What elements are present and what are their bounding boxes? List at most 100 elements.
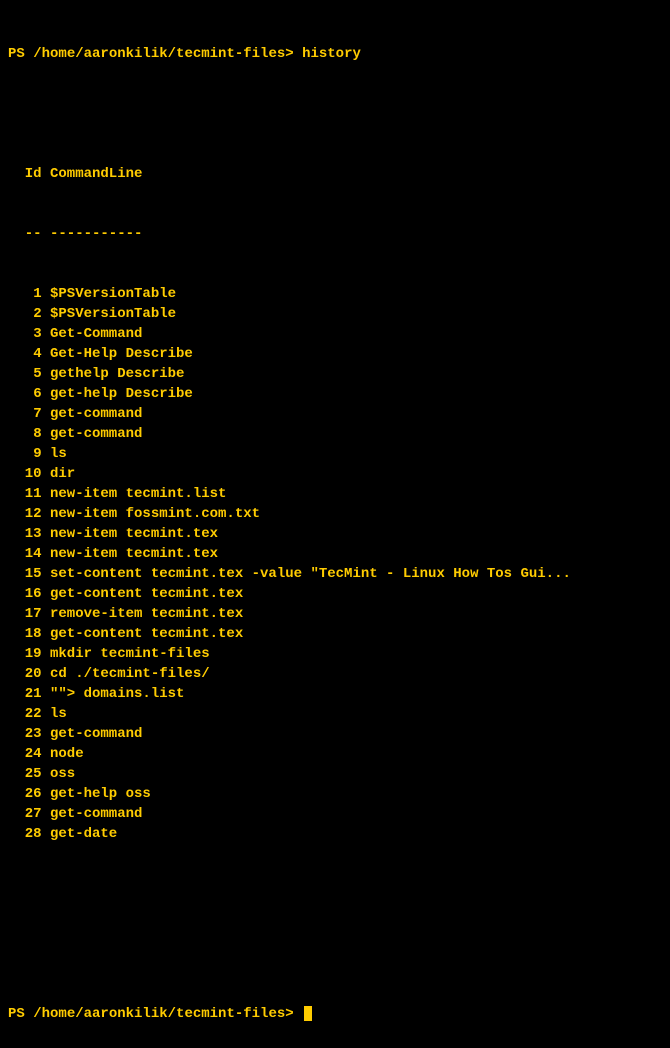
history-id: 22 — [8, 704, 42, 724]
history-id: 12 — [8, 504, 42, 524]
history-id: 19 — [8, 644, 42, 664]
history-row: 17 remove-item tecmint.tex — [8, 604, 662, 624]
history-command: get-help oss — [50, 786, 151, 802]
prompt-suffix: > — [285, 46, 302, 62]
history-id: 23 — [8, 724, 42, 744]
history-row: 5 gethelp Describe — [8, 364, 662, 384]
history-id: 14 — [8, 544, 42, 564]
history-id: 4 — [8, 344, 42, 364]
history-row: 7 get-command — [8, 404, 662, 424]
history-command: node — [50, 746, 84, 762]
history-id: 21 — [8, 684, 42, 704]
history-row: 24 node — [8, 744, 662, 764]
history-id: 13 — [8, 524, 42, 544]
history-id: 2 — [8, 304, 42, 324]
history-id: 24 — [8, 744, 42, 764]
header-cmd: CommandLine — [50, 166, 142, 182]
history-id: 7 — [8, 404, 42, 424]
history-command: cd ./tecmint-files/ — [50, 666, 210, 682]
history-command: $PSVersionTable — [50, 286, 176, 302]
blank-line — [8, 104, 662, 124]
history-row: 8 get-command — [8, 424, 662, 444]
history-command: gethelp Describe — [50, 366, 184, 382]
history-id: 17 — [8, 604, 42, 624]
header-id: Id — [8, 164, 42, 184]
history-id: 26 — [8, 784, 42, 804]
history-header: Id CommandLine — [8, 164, 662, 184]
history-id: 27 — [8, 804, 42, 824]
header-cmd-sep: ----------- — [50, 226, 142, 242]
history-id: 20 — [8, 664, 42, 684]
history-row: 9 ls — [8, 444, 662, 464]
history-command: get-command — [50, 726, 142, 742]
history-command: mkdir tecmint-files — [50, 646, 210, 662]
history-id: 10 — [8, 464, 42, 484]
history-command: $PSVersionTable — [50, 306, 176, 322]
history-command: set-content tecmint.tex -value "TecMint … — [50, 566, 571, 582]
history-row: 4 Get-Help Describe — [8, 344, 662, 364]
history-row: 1 $PSVersionTable — [8, 284, 662, 304]
history-row: 18 get-content tecmint.tex — [8, 624, 662, 644]
history-row: 27 get-command — [8, 804, 662, 824]
history-row: 10 dir — [8, 464, 662, 484]
history-command: Get-Command — [50, 326, 142, 342]
history-id: 8 — [8, 424, 42, 444]
history-id: 28 — [8, 824, 42, 844]
history-row: 28 get-date — [8, 824, 662, 844]
history-command: get-help Describe — [50, 386, 193, 402]
history-row: 13 new-item tecmint.tex — [8, 524, 662, 544]
history-id: 11 — [8, 484, 42, 504]
prompt-path: /home/aaronkilik/tecmint-files — [33, 46, 285, 62]
history-id: 6 — [8, 384, 42, 404]
header-id-sep: -- — [8, 224, 42, 244]
history-row: 19 mkdir tecmint-files — [8, 644, 662, 664]
history-row: 16 get-content tecmint.tex — [8, 584, 662, 604]
history-header-sep: -- ----------- — [8, 224, 662, 244]
history-command: get-command — [50, 406, 142, 422]
prompt-path: /home/aaronkilik/tecmint-files — [33, 1006, 285, 1022]
history-id: 15 — [8, 564, 42, 584]
history-rows-container: 1 $PSVersionTable2 $PSVersionTable3 Get-… — [8, 284, 662, 844]
history-command: new-item tecmint.tex — [50, 526, 218, 542]
history-command: ""> domains.list — [50, 686, 184, 702]
history-command: remove-item tecmint.tex — [50, 606, 243, 622]
history-command: get-command — [50, 426, 142, 442]
cursor[interactable] — [304, 1006, 312, 1021]
history-row: 6 get-help Describe — [8, 384, 662, 404]
history-row: 25 oss — [8, 764, 662, 784]
history-command: get-content tecmint.tex — [50, 586, 243, 602]
history-id: 1 — [8, 284, 42, 304]
history-id: 25 — [8, 764, 42, 784]
prompt-line-1: PS /home/aaronkilik/tecmint-files> histo… — [8, 44, 662, 64]
history-command: get-command — [50, 806, 142, 822]
history-id: 3 — [8, 324, 42, 344]
history-row: 22 ls — [8, 704, 662, 724]
history-row: 15 set-content tecmint.tex -value "TecMi… — [8, 564, 662, 584]
history-command: new-item tecmint.tex — [50, 546, 218, 562]
history-command: ls — [50, 446, 67, 462]
history-id: 5 — [8, 364, 42, 384]
history-row: 2 $PSVersionTable — [8, 304, 662, 324]
history-command: new-item fossmint.com.txt — [50, 506, 260, 522]
history-command: get-date — [50, 826, 117, 842]
history-row: 23 get-command — [8, 724, 662, 744]
prompt-line-2: PS /home/aaronkilik/tecmint-files> — [8, 1004, 662, 1024]
history-command: Get-Help Describe — [50, 346, 193, 362]
prompt-suffix: > — [285, 1006, 302, 1022]
history-id: 16 — [8, 584, 42, 604]
prompt-prefix: PS — [8, 46, 33, 62]
history-id: 18 — [8, 624, 42, 644]
history-command: dir — [50, 466, 75, 482]
history-row: 3 Get-Command — [8, 324, 662, 344]
history-row: 21 ""> domains.list — [8, 684, 662, 704]
history-command: oss — [50, 766, 75, 782]
history-row: 12 new-item fossmint.com.txt — [8, 504, 662, 524]
history-command: new-item tecmint.list — [50, 486, 226, 502]
history-id: 9 — [8, 444, 42, 464]
history-row: 14 new-item tecmint.tex — [8, 544, 662, 564]
history-row: 11 new-item tecmint.list — [8, 484, 662, 504]
history-row: 26 get-help oss — [8, 784, 662, 804]
history-row: 20 cd ./tecmint-files/ — [8, 664, 662, 684]
terminal-window[interactable]: PS /home/aaronkilik/tecmint-files> histo… — [0, 0, 670, 1048]
blank-line — [8, 944, 662, 964]
